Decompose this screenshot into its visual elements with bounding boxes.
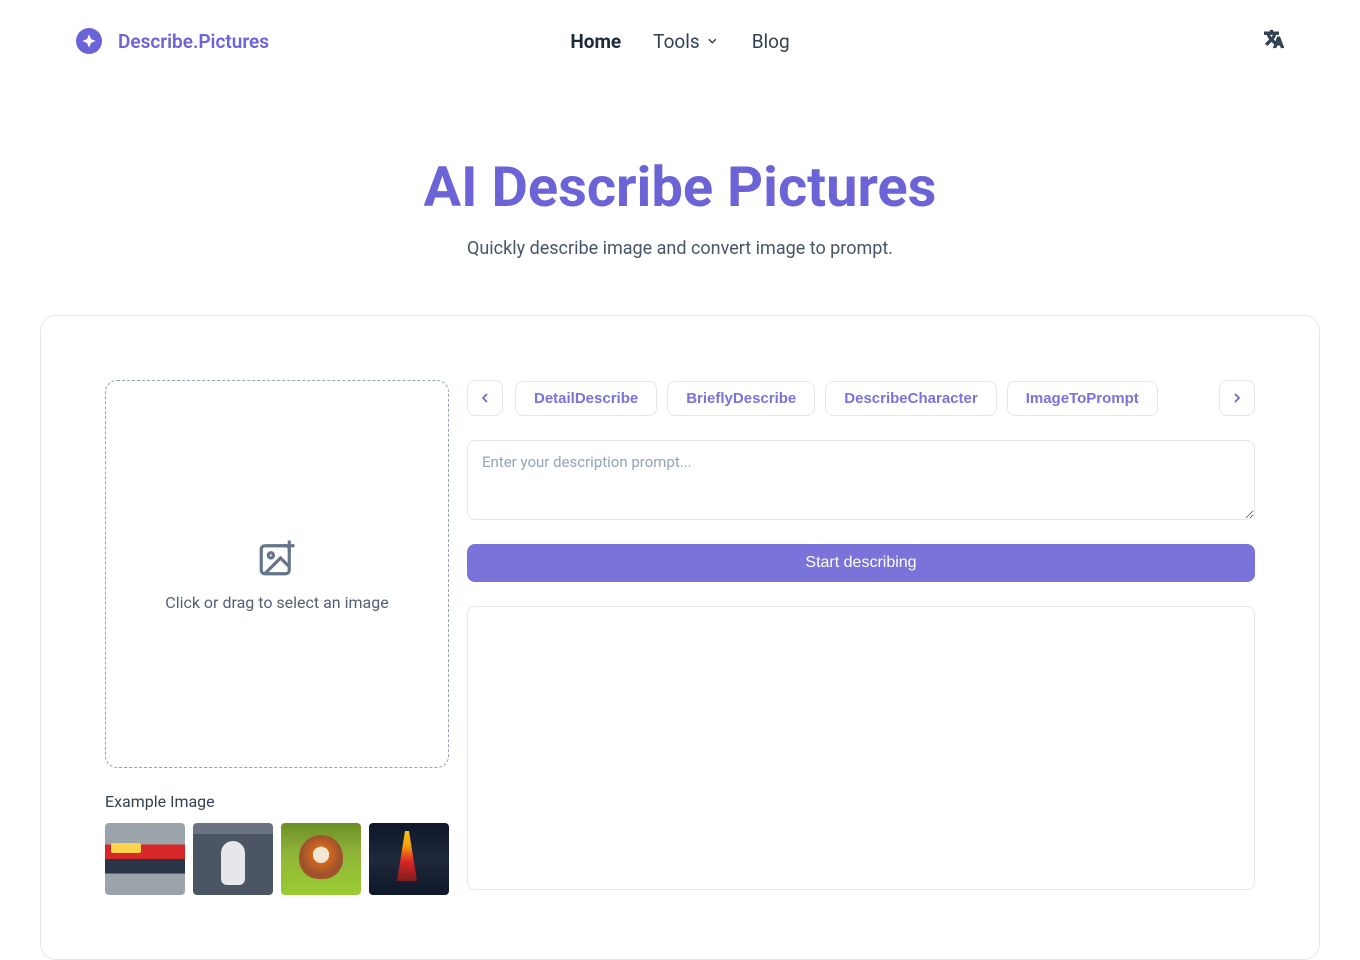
brand-name: Describe.Pictures [118, 30, 269, 53]
example-image-label: Example Image [105, 792, 449, 811]
header: Describe.Pictures Home Tools Blog [0, 0, 1360, 82]
right-panel: DetailDescribe BrieflyDescribe DescribeC… [467, 380, 1255, 895]
image-dropzone[interactable]: Click or drag to select an image [105, 380, 449, 768]
main-nav: Home Tools Blog [570, 30, 789, 53]
chip-scroll-right-button[interactable] [1219, 380, 1255, 416]
example-thumb-racecar[interactable] [105, 823, 185, 895]
chevron-down-icon [706, 34, 720, 48]
example-thumb-volcano[interactable] [369, 823, 449, 895]
left-panel: Click or drag to select an image Example… [105, 380, 449, 895]
page-subtitle: Quickly describe image and convert image… [0, 238, 1360, 259]
nav-tools-label: Tools [653, 30, 700, 53]
nav-blog[interactable]: Blog [752, 30, 790, 53]
chip-briefly-describe[interactable]: BrieflyDescribe [667, 381, 815, 416]
example-thumb-astronaut[interactable] [193, 823, 273, 895]
example-thumb-redpanda[interactable] [281, 823, 361, 895]
chevron-left-icon [477, 390, 493, 406]
mode-chip-row: DetailDescribe BrieflyDescribe DescribeC… [467, 380, 1255, 416]
mode-chips: DetailDescribe BrieflyDescribe DescribeC… [515, 381, 1207, 416]
nav-tools[interactable]: Tools [653, 30, 720, 53]
dropzone-text: Click or drag to select an image [165, 593, 388, 612]
prompt-input[interactable] [467, 440, 1255, 520]
page-title: AI Describe Pictures [0, 154, 1360, 220]
hero-section: AI Describe Pictures Quickly describe im… [0, 82, 1360, 295]
chip-image-to-prompt[interactable]: ImageToPrompt [1007, 381, 1158, 416]
chevron-right-icon [1229, 390, 1245, 406]
chip-describe-character[interactable]: DescribeCharacter [825, 381, 996, 416]
example-thumbnails [105, 823, 449, 895]
nav-home[interactable]: Home [570, 30, 621, 53]
chip-scroll-left-button[interactable] [467, 380, 503, 416]
add-image-icon [256, 537, 298, 579]
output-box [467, 606, 1255, 890]
start-describing-button[interactable]: Start describing [467, 544, 1255, 582]
logo-icon [76, 28, 102, 54]
main-card: Click or drag to select an image Example… [40, 315, 1320, 960]
chip-detail-describe[interactable]: DetailDescribe [515, 381, 657, 416]
logo-section[interactable]: Describe.Pictures [76, 28, 269, 54]
language-icon[interactable] [1264, 29, 1284, 53]
